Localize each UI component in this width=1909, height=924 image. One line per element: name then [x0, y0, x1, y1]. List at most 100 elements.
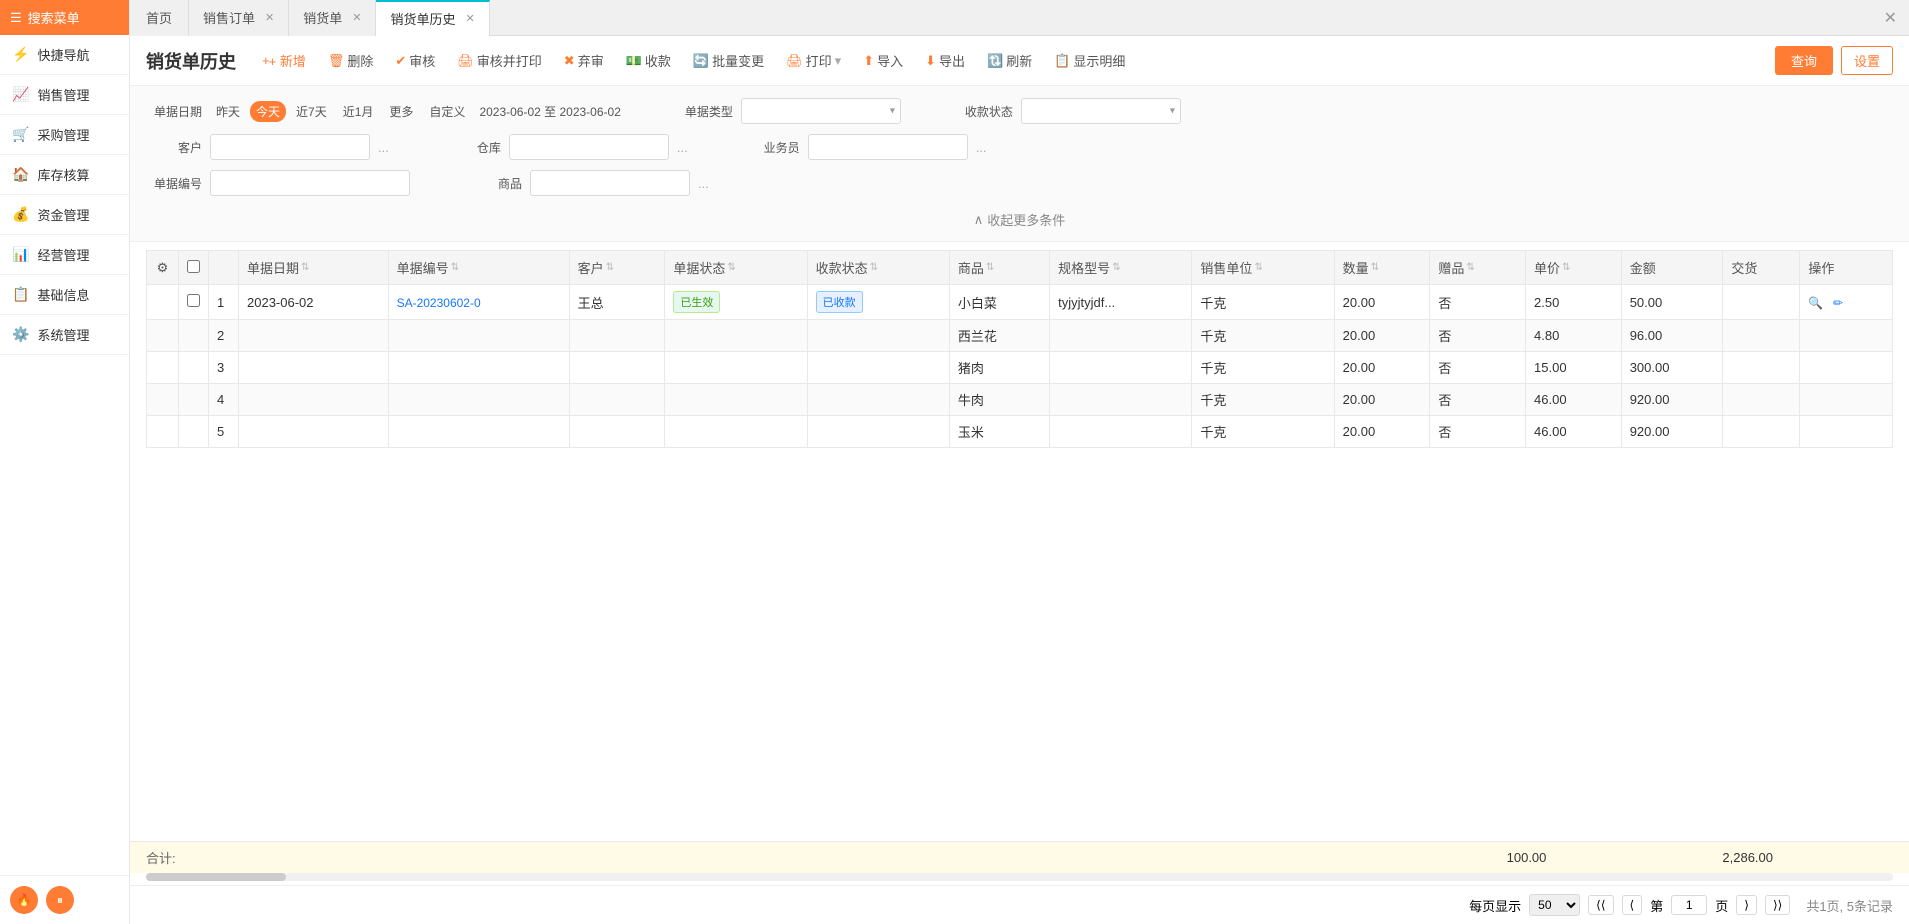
col-goods[interactable]: 商品 ⇅ [949, 251, 1049, 285]
col-spec[interactable]: 规格型号 ⇅ [1050, 251, 1192, 285]
new-button[interactable]: + + 新增 [254, 47, 314, 74]
page-prev-button[interactable]: ⟨ [1622, 895, 1643, 915]
customer-input[interactable] [210, 134, 370, 160]
abandon-button[interactable]: ✖ 弃审 [556, 47, 612, 74]
cell-gear-4 [147, 384, 179, 416]
date-tag-custom[interactable]: 自定义 [423, 101, 471, 122]
action-edit-1[interactable]: ✏ [1833, 296, 1843, 310]
sort-doc-date[interactable]: 单据日期 ⇅ [247, 258, 309, 277]
sidebar-item-inventory[interactable]: 🏠 库存核算 [0, 155, 129, 195]
scrollbar-thumb[interactable] [146, 873, 286, 881]
audit-button[interactable]: ✔ 审核 [387, 47, 443, 74]
cell-collectstatus-3 [807, 352, 949, 384]
col-quantity[interactable]: 数量 ⇅ [1334, 251, 1430, 285]
col-unit-price[interactable]: 单价 ⇅ [1526, 251, 1622, 285]
sort-sales-unit[interactable]: 销售单位 ⇅ [1200, 258, 1262, 277]
goods-dots[interactable]: ... [698, 176, 709, 191]
sidebar-item-system-mgmt[interactable]: ⚙️ 系统管理 [0, 315, 129, 355]
sidebar-item-operation-mgmt[interactable]: 📊 经营管理 [0, 235, 129, 275]
cell-docstatus-2 [665, 320, 807, 352]
date-tag-1month[interactable]: 近1月 [337, 101, 380, 122]
doc-no-link-1[interactable]: SA-20230602-0 [397, 296, 481, 310]
row-checkbox-1[interactable] [187, 294, 200, 307]
delete-button[interactable]: 🗑 删除 [320, 47, 382, 74]
page-next-button[interactable]: ⟩ [1736, 895, 1757, 915]
sort-goods[interactable]: 商品 ⇅ [958, 258, 994, 277]
col-doc-date[interactable]: 单据日期 ⇅ [239, 251, 389, 285]
salesperson-dots[interactable]: ... [976, 140, 987, 155]
warehouse-label: 仓库 [445, 139, 501, 156]
col-gear[interactable]: ⚙ [147, 251, 179, 285]
col-check[interactable] [179, 251, 209, 285]
batch-change-button[interactable]: 🔄 批量变更 [685, 47, 772, 74]
tab-sales-goods-close[interactable]: ✕ [352, 11, 361, 24]
tab-sales-goods-label: 销货单 [303, 8, 342, 27]
tab-home[interactable]: 首页 [130, 0, 189, 36]
show-detail-button[interactable]: 📋 显示明细 [1046, 47, 1133, 74]
col-sales-unit[interactable]: 销售单位 ⇅ [1192, 251, 1334, 285]
sort-collect-status[interactable]: 收款状态 ⇅ [816, 258, 878, 277]
warehouse-dots[interactable]: ... [677, 140, 688, 155]
cell-rowno-4: 4 [209, 384, 239, 416]
set-button[interactable]: 设置 [1841, 46, 1893, 75]
select-all-checkbox[interactable] [187, 260, 200, 273]
sidebar-item-sales-mgmt[interactable]: 📈 销售管理 [0, 75, 129, 115]
sort-unit-price[interactable]: 单价 ⇅ [1534, 258, 1570, 277]
cell-gift-3: 否 [1430, 352, 1526, 384]
collect-button[interactable]: 💵 收款 [618, 47, 679, 74]
sidebar-bottom-icon1[interactable]: 🔥 [10, 886, 38, 914]
sidebar-item-quick-nav[interactable]: ⚡ 快捷导航 [0, 35, 129, 75]
page-number-input[interactable] [1671, 895, 1707, 915]
refresh-button[interactable]: 🔃 刷新 [979, 47, 1040, 74]
action-view-1[interactable]: 🔍 [1808, 296, 1823, 310]
tabs-close-all[interactable]: ✕ [1872, 8, 1909, 28]
horizontal-scrollbar[interactable] [146, 873, 1893, 881]
audit-print-button[interactable]: 🖨 审核并打印 [449, 47, 550, 74]
col-doc-status[interactable]: 单据状态 ⇅ [665, 251, 807, 285]
page-last-button[interactable]: ⟩⟩ [1765, 895, 1790, 915]
customer-dots[interactable]: ... [378, 140, 389, 155]
tab-sales-goods[interactable]: 销货单 ✕ [289, 0, 376, 36]
page-first-button[interactable]: ⟨⟨ [1588, 895, 1613, 915]
sort-customer[interactable]: 客户 ⇅ [578, 258, 614, 277]
col-collect-status[interactable]: 收款状态 ⇅ [807, 251, 949, 285]
sidebar-item-basic-info[interactable]: 📋 基础信息 [0, 275, 129, 315]
sidebar-search[interactable]: ☰ 搜索菜单 [0, 0, 129, 35]
sort-gift[interactable]: 赠品 ⇅ [1438, 258, 1474, 277]
sort-doc-no[interactable]: 单据编号 ⇅ [397, 258, 459, 277]
warehouse-input[interactable] [509, 134, 669, 160]
sidebar-item-purchase-mgmt[interactable]: 🛒 采购管理 [0, 115, 129, 155]
cell-customer-4 [569, 384, 665, 416]
col-gift[interactable]: 赠品 ⇅ [1430, 251, 1526, 285]
salesperson-input[interactable] [808, 134, 968, 160]
cell-check-1[interactable] [179, 285, 209, 320]
per-page-select[interactable]: 50 100 200 [1529, 894, 1580, 916]
col-doc-no[interactable]: 单据编号 ⇅ [388, 251, 569, 285]
tab-sales-history-close[interactable]: ✕ [466, 12, 475, 25]
export-button[interactable]: ⬇ 导出 [917, 47, 973, 74]
tab-sales-order-close[interactable]: ✕ [265, 11, 274, 24]
doc-no-input[interactable] [210, 170, 410, 196]
cell-docno-1[interactable]: SA-20230602-0 [388, 285, 569, 320]
goods-input[interactable] [530, 170, 690, 196]
tab-sales-order[interactable]: 销售订单 ✕ [189, 0, 289, 36]
date-tag-yesterday[interactable]: 昨天 [210, 101, 246, 122]
sort-spec[interactable]: 规格型号 ⇅ [1058, 258, 1120, 277]
print-button[interactable]: 🖨 打印 ▾ [778, 47, 849, 74]
date-tag-more[interactable]: 更多 [383, 101, 419, 122]
import-button[interactable]: ⬆ 导入 [855, 47, 911, 74]
col-customer[interactable]: 客户 ⇅ [569, 251, 665, 285]
date-tag-7days[interactable]: 近7天 [290, 101, 333, 122]
sidebar-bottom-icon2[interactable]: ⏸ [46, 886, 74, 914]
collect-status-select[interactable] [1021, 98, 1181, 124]
date-tag-today[interactable]: 今天 [250, 101, 286, 122]
sort-quantity[interactable]: 数量 ⇅ [1343, 258, 1379, 277]
filter-collapse[interactable]: ∧ 收起更多条件 [146, 206, 1893, 233]
sort-doc-status[interactable]: 单据状态 ⇅ [673, 258, 735, 277]
sidebar-item-finance-mgmt[interactable]: 💰 资金管理 [0, 195, 129, 235]
gear-icon[interactable]: ⚙ [157, 260, 169, 275]
tab-sales-history[interactable]: 销货单历史 ✕ [376, 0, 489, 36]
doc-type-select[interactable] [741, 98, 901, 124]
cell-goods-1: 小白菜 [949, 285, 1049, 320]
query-button[interactable]: 查询 [1775, 46, 1833, 75]
